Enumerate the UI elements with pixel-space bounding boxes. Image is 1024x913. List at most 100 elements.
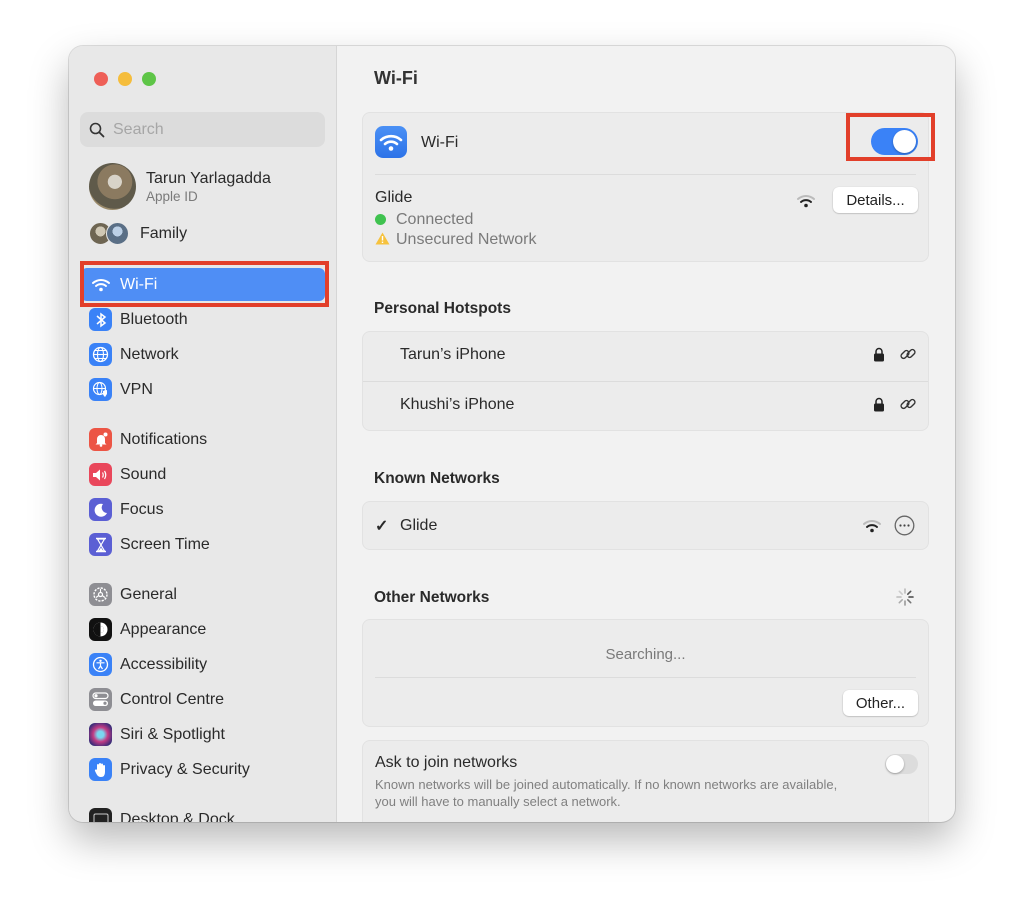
hourglass-icon <box>89 533 112 556</box>
sidebar-item-privacy-security[interactable]: Privacy & Security <box>81 753 325 786</box>
sidebar-item-bluetooth[interactable]: Bluetooth <box>81 303 325 336</box>
link-icon <box>900 348 916 360</box>
known-networks-heading: Known Networks <box>374 470 500 487</box>
sidebar-item-appearance[interactable]: Appearance <box>81 613 325 646</box>
hotspot-row[interactable]: Khushi’s iPhone <box>363 382 928 431</box>
hotspot-row[interactable]: Tarun’s iPhone <box>363 332 928 381</box>
page-title: Wi-Fi <box>374 68 418 88</box>
sidebar-item-label: Screen Time <box>120 535 210 553</box>
connection-status-text: Connected <box>396 211 474 228</box>
sidebar-item-label: Privacy & Security <box>120 760 250 778</box>
loading-spinner-icon <box>896 588 914 606</box>
sidebar-item-accessibility[interactable]: Accessibility <box>81 648 325 681</box>
other-network-button[interactable]: Other... <box>843 690 918 716</box>
more-options-icon[interactable] <box>894 515 915 536</box>
dock-icon <box>89 808 112 822</box>
wifi-toggle[interactable] <box>871 128 918 155</box>
bell-icon <box>89 428 112 451</box>
sidebar-item-label: Focus <box>120 500 164 518</box>
globe-icon <box>89 343 112 366</box>
wifi-signal-icon <box>797 195 815 208</box>
avatar <box>89 163 136 210</box>
security-warning: Unsecured Network <box>375 231 537 249</box>
known-network-name: Glide <box>400 517 438 534</box>
sidebar-item-label: Control Centre <box>120 690 225 708</box>
wifi-label: Wi-Fi <box>421 134 459 151</box>
ask-to-join-card: Ask to join networks Known networks will… <box>362 740 929 822</box>
speaker-icon <box>89 463 112 486</box>
sidebar-item-label: Wi-Fi <box>120 275 158 293</box>
sidebar-item-siri-spotlight[interactable]: Siri & Spotlight <box>81 718 325 751</box>
sidebar-item-label: Siri & Spotlight <box>120 725 225 743</box>
wifi-signal-icon <box>863 520 881 533</box>
family-avatar <box>106 222 129 245</box>
sidebar-item-label: Sound <box>120 465 167 483</box>
personal-hotspots-list: Tarun’s iPhone Khushi’s iPhone <box>362 331 929 431</box>
sidebar-item-label: Appearance <box>120 620 207 638</box>
accessibility-icon <box>89 653 112 676</box>
sidebar-item-label: General <box>120 585 177 603</box>
sidebar-item-desktop-dock[interactable]: Desktop & Dock <box>81 803 325 822</box>
sidebar-item-label: VPN <box>120 380 153 398</box>
sidebar-item-label: Desktop & Dock <box>120 810 235 823</box>
sidebar-item-label: Network <box>120 345 179 363</box>
searching-status: Searching... <box>605 646 686 663</box>
wifi-icon <box>89 273 112 296</box>
sidebar-item-screen-time[interactable]: Screen Time <box>81 528 325 561</box>
checkmark-icon: ✓ <box>375 518 389 535</box>
bluetooth-icon <box>89 308 112 331</box>
sidebar-item-vpn[interactable]: VPN <box>81 373 325 406</box>
lock-icon <box>874 397 884 412</box>
search-icon <box>89 122 105 137</box>
ask-to-join-toggle[interactable] <box>885 754 918 774</box>
hotspot-name: Tarun’s iPhone <box>400 346 506 363</box>
sidebar-item-focus[interactable]: Focus <box>81 493 325 526</box>
other-networks-list: Searching... Other... <box>362 619 929 727</box>
toggle-knob <box>886 755 904 773</box>
sidebar-item-general[interactable]: General <box>81 578 325 611</box>
control-centre-icon <box>89 688 112 711</box>
search-placeholder: Search <box>113 120 164 138</box>
known-network-row[interactable]: ✓ Glide <box>363 502 928 549</box>
sidebar-item-wifi[interactable]: Wi-Fi <box>81 268 325 301</box>
main-pane: Wi-Fi Wi-Fi Glide Connected Unsecured Ne… <box>338 46 955 822</box>
system-settings-window: Search Tarun Yarlagadda Apple ID Family … <box>69 46 955 822</box>
sidebar-item-network[interactable]: Network <box>81 338 325 371</box>
sidebar: Search Tarun Yarlagadda Apple ID Family … <box>69 46 337 822</box>
ask-to-join-description: Known networks will be joined automatica… <box>375 777 838 809</box>
sidebar-item-label: Notifications <box>120 430 208 448</box>
toggle-knob <box>893 130 916 153</box>
divider <box>375 174 916 175</box>
wifi-card: Wi-Fi Glide Connected Unsecured Network … <box>362 112 929 262</box>
wifi-app-icon <box>375 126 407 158</box>
security-warning-text: Unsecured Network <box>396 231 537 248</box>
apple-id-profile[interactable]: Tarun Yarlagadda Apple ID <box>89 163 271 210</box>
connection-status: Connected <box>375 211 473 229</box>
minimize-window-button[interactable] <box>118 72 132 86</box>
search-input[interactable]: Search <box>80 112 325 147</box>
sidebar-item-label: Bluetooth <box>120 310 188 328</box>
sidebar-item-label: Accessibility <box>120 655 208 673</box>
hand-icon <box>89 758 112 781</box>
sidebar-item-control-centre[interactable]: Control Centre <box>81 683 325 716</box>
gear-icon <box>89 583 112 606</box>
ask-to-join-label: Ask to join networks <box>375 754 518 771</box>
personal-hotspots-heading: Personal Hotspots <box>374 300 511 317</box>
moon-icon <box>89 498 112 521</box>
link-icon <box>900 398 916 410</box>
details-button[interactable]: Details... <box>833 187 918 213</box>
siri-icon <box>89 723 112 746</box>
lock-icon <box>874 347 884 362</box>
family-item[interactable]: Family <box>89 222 187 245</box>
sidebar-item-notifications[interactable]: Notifications <box>81 423 325 456</box>
sidebar-item-sound[interactable]: Sound <box>81 458 325 491</box>
appearance-icon <box>89 618 112 641</box>
zoom-window-button[interactable] <box>142 72 156 86</box>
known-networks-list: ✓ Glide <box>362 501 929 550</box>
status-dot-icon <box>375 214 386 225</box>
profile-name: Tarun Yarlagadda <box>146 169 271 187</box>
profile-subtitle: Apple ID <box>146 188 198 204</box>
traffic-lights <box>94 72 156 86</box>
close-window-button[interactable] <box>94 72 108 86</box>
warning-icon <box>375 232 390 245</box>
